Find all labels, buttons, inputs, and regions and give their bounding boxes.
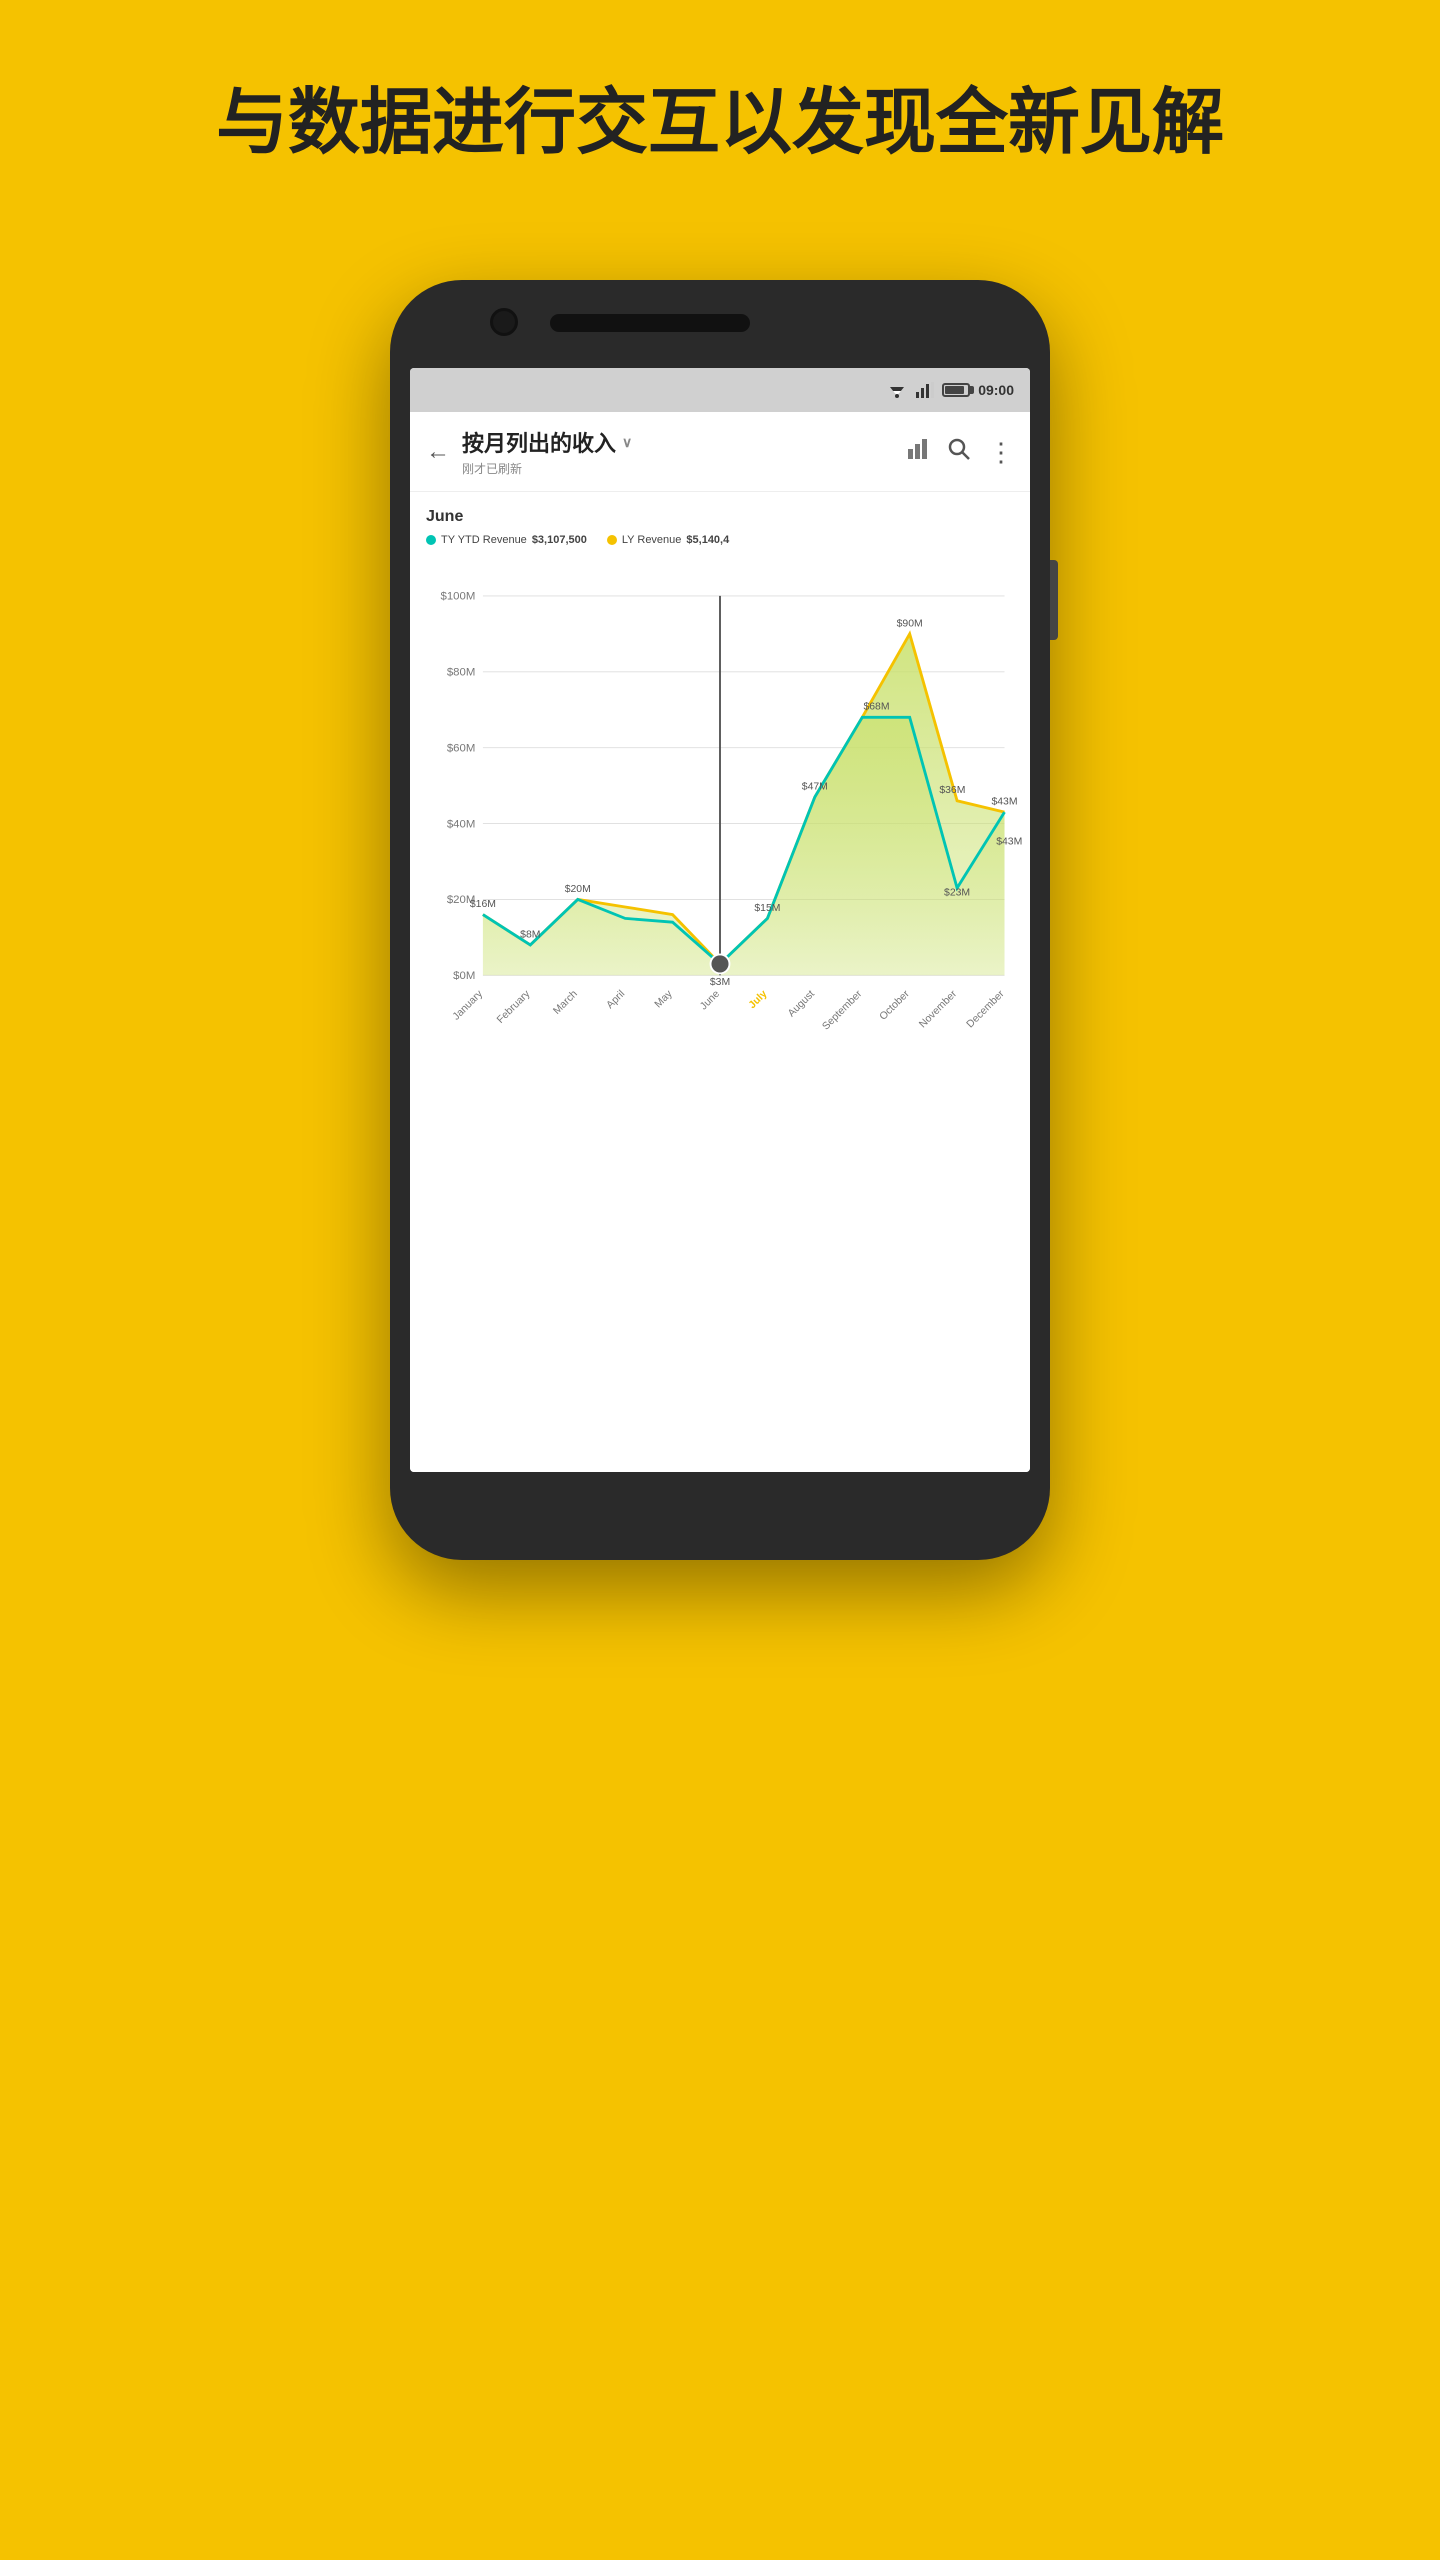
label-jun: $3M — [710, 977, 730, 988]
label-jan: $16M — [470, 899, 496, 910]
label-dec-ty: $43M — [996, 836, 1022, 847]
battery-icon — [942, 383, 970, 397]
status-time: 09:00 — [978, 382, 1014, 398]
app-toolbar: ← 按月列出的收入 ∨ 刚才已刷新 — [410, 412, 1030, 492]
label-nov-ty: $23M — [944, 888, 970, 899]
svg-text:$100M: $100M — [441, 591, 476, 603]
chart-legend: TY YTD Revenue $3,107,500 LY Revenue $5,… — [426, 534, 1014, 546]
svg-text:June: June — [698, 988, 722, 1012]
svg-text:August: August — [786, 989, 817, 1020]
label-jul: $15M — [754, 903, 780, 914]
more-options-icon[interactable]: ⋮ — [988, 439, 1014, 465]
chart-svg-container[interactable]: $100M $80M $60M $40M $20M — [426, 558, 1014, 1151]
svg-text:October: October — [878, 988, 912, 1022]
legend-ly-label: LY Revenue — [622, 534, 682, 546]
svg-text:November: November — [917, 988, 959, 1030]
label-dec: $43M — [991, 797, 1017, 808]
legend-ty-value: $3,107,500 — [532, 534, 587, 546]
ly-dot-june[interactable] — [711, 954, 730, 973]
toolbar-title: 按月列出的收入 ∨ — [462, 426, 908, 458]
phone-power-button — [1050, 560, 1058, 640]
toolbar-dropdown-chevron[interactable]: ∨ — [622, 434, 632, 451]
legend-ly: LY Revenue $5,140,4 — [607, 534, 729, 546]
chart-type-icon[interactable] — [908, 439, 930, 465]
svg-text:$60M: $60M — [447, 742, 475, 754]
label-nov-ly: $36M — [939, 785, 965, 796]
toolbar-title-area: 按月列出的收入 ∨ 刚才已刷新 — [462, 426, 908, 477]
legend-ly-dot — [607, 535, 617, 545]
svg-text:May: May — [653, 988, 675, 1010]
signal-icon — [916, 382, 934, 398]
toolbar-subtitle: 刚才已刷新 — [462, 460, 908, 477]
toolbar-icons: ⋮ — [908, 438, 1014, 466]
svg-text:$40M: $40M — [447, 818, 475, 830]
phone-mockup: 09:00 ← 按月列出的收入 ∨ 刚才已刷新 — [390, 280, 1050, 1560]
label-feb: $8M — [520, 929, 540, 940]
legend-ty-dot — [426, 535, 436, 545]
chart-month-label: June — [426, 508, 1014, 526]
x-axis: January February March April May June Ju… — [451, 988, 1007, 1032]
svg-text:September: September — [821, 988, 865, 1032]
page-headline: 与数据进行交互以发现全新见解 — [100, 80, 1340, 166]
search-icon[interactable] — [948, 438, 970, 466]
legend-ly-value: $5,140,4 — [686, 534, 729, 546]
chart-area: June TY YTD Revenue $3,107,500 LY Revenu… — [410, 492, 1030, 1472]
phone-screen: 09:00 ← 按月列出的收入 ∨ 刚才已刷新 — [410, 368, 1030, 1472]
phone-speaker — [550, 314, 750, 332]
label-oct-ly: $90M — [897, 618, 923, 629]
label-mar: $20M — [565, 884, 591, 895]
svg-text:$80M: $80M — [447, 667, 475, 679]
svg-text:$0M: $0M — [453, 970, 475, 982]
toolbar-title-text: 按月列出的收入 — [462, 426, 616, 458]
phone-camera — [490, 308, 518, 336]
svg-text:January: January — [451, 988, 486, 1023]
legend-ty: TY YTD Revenue $3,107,500 — [426, 534, 587, 546]
legend-ty-label: TY YTD Revenue — [441, 534, 527, 546]
svg-text:December: December — [965, 988, 1007, 1030]
label-aug: $47M — [802, 781, 828, 792]
status-bar: 09:00 — [410, 368, 1030, 412]
revenue-chart[interactable]: $100M $80M $60M $40M $20M — [426, 558, 1014, 1146]
svg-text:February: February — [495, 988, 533, 1026]
label-sep-ty: $68M — [863, 702, 889, 713]
back-button[interactable]: ← — [426, 438, 450, 466]
svg-text:April: April — [605, 989, 628, 1012]
svg-text:March: March — [552, 988, 580, 1016]
wifi-icon — [886, 382, 908, 398]
svg-text:July: July — [747, 988, 770, 1011]
